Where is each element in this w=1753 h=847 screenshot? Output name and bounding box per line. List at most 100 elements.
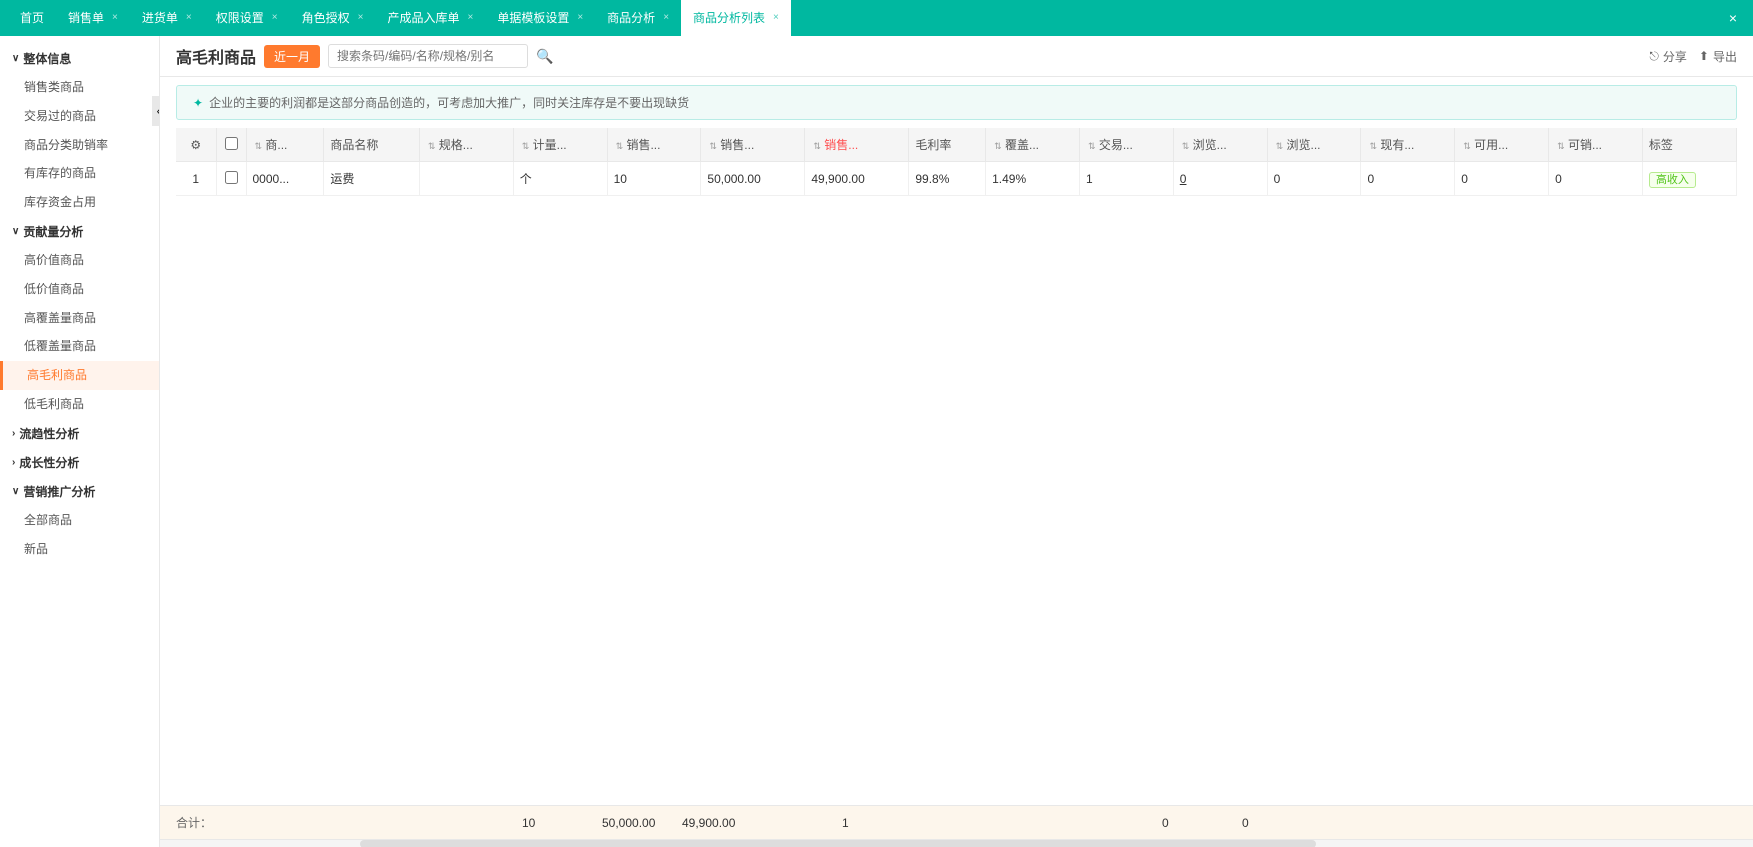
sidebar-item-stock-capital[interactable]: 库存资金占用 (0, 188, 159, 217)
row-tag: 高收入 (1642, 162, 1736, 196)
sort-icon: ⇅ (255, 141, 263, 151)
th-current-stock[interactable]: ⇅ 现有... (1361, 128, 1455, 162)
sort-icon: ⇅ (1463, 141, 1471, 151)
sort-icon: ⇅ (522, 141, 530, 151)
close-icon[interactable]: × (186, 0, 192, 36)
th-settings[interactable]: ⚙ (176, 128, 216, 162)
close-icon[interactable]: × (112, 0, 118, 36)
row-select-checkbox[interactable] (225, 171, 238, 184)
th-tag[interactable]: 标签 (1642, 128, 1736, 162)
sidebar-item-low-value[interactable]: 低价值商品 (0, 275, 159, 304)
sidebar-item-high-coverage[interactable]: 高覆盖量商品 (0, 304, 159, 333)
sidebar-collapse-button[interactable]: « (152, 96, 160, 126)
th-gross-margin[interactable]: 毛利率 (909, 128, 986, 162)
th-name[interactable]: 商品名称 (324, 128, 420, 162)
footer-sales-profit: 49,900.00 (676, 816, 756, 830)
chevron-down-icon: ∨ (12, 53, 19, 64)
close-icon[interactable]: × (773, 0, 779, 36)
search-input[interactable] (328, 44, 528, 68)
row-num: 1 (176, 162, 216, 196)
nav-item-sales[interactable]: 销售单 × (56, 0, 130, 36)
table-footer: 合计： 10 50,000.00 49,900.00 1 0 0 (160, 805, 1753, 839)
th-code[interactable]: ⇅ 商... (246, 128, 324, 162)
row-gross-margin: 99.8% (909, 162, 986, 196)
search-button[interactable]: 🔍 (536, 48, 553, 65)
close-icon[interactable]: × (663, 0, 669, 36)
th-views1[interactable]: ⇅ 浏览... (1173, 128, 1267, 162)
sort-icon: ⇅ (1088, 141, 1096, 151)
sidebar-item-new-goods[interactable]: 新品 (0, 535, 159, 564)
sidebar-item-sales-goods[interactable]: 销售类商品 (0, 73, 159, 102)
th-saleable-stock[interactable]: ⇅ 可销... (1549, 128, 1643, 162)
th-sales-count[interactable]: ⇅ 销售... (607, 128, 701, 162)
sidebar-item-low-coverage[interactable]: 低覆盖量商品 (0, 332, 159, 361)
nav-item-template[interactable]: 单据模板设置 × (485, 0, 595, 36)
th-spec[interactable]: ⇅ 规格... (419, 128, 513, 162)
sidebar-group-flow[interactable]: › 流趋性分析 (0, 419, 159, 448)
row-transaction: 1 (1079, 162, 1173, 196)
nav-item-home[interactable]: 首页 (8, 0, 56, 36)
chevron-right-icon: › (12, 428, 15, 439)
scrollbar-thumb[interactable] (360, 840, 1316, 847)
footer-transaction: 1 (836, 816, 916, 830)
th-available-stock[interactable]: ⇅ 可用... (1455, 128, 1549, 162)
footer-label: 合计： (176, 814, 256, 831)
th-transaction[interactable]: ⇅ 交易... (1079, 128, 1173, 162)
sort-icon: ⇅ (1557, 141, 1565, 151)
nav-item-product-analysis[interactable]: 商品分析 × (595, 0, 681, 36)
content-area: 高毛利商品 近一月 🔍 ⎋ 分享 ⬆ 导出 ✦ 企业的主要的利润都是这部分商品创… (160, 36, 1753, 847)
share-button[interactable]: ⎋ 分享 (1649, 48, 1687, 65)
horizontal-scrollbar[interactable] (160, 839, 1753, 847)
sidebar-group-contribution[interactable]: ∨ 贡献量分析 (0, 217, 159, 246)
row-sales-profit: 49,900.00 (805, 162, 909, 196)
sidebar-item-traded-goods[interactable]: 交易过的商品 (0, 102, 159, 131)
export-button[interactable]: ⬆ 导出 (1699, 48, 1737, 65)
content-header: 高毛利商品 近一月 🔍 ⎋ 分享 ⬆ 导出 (160, 36, 1753, 77)
row-views2: 0 (1267, 162, 1361, 196)
nav-item-product-warehouse[interactable]: 产成品入库单 × (375, 0, 485, 36)
sidebar-group-marketing[interactable]: ∨ 营销推广分析 (0, 477, 159, 506)
row-sales-count: 10 (607, 162, 701, 196)
th-sales-profit[interactable]: ⇅ 销售... (805, 128, 909, 162)
window-close-button[interactable]: × (1721, 10, 1745, 26)
row-views1[interactable]: 0 (1173, 162, 1267, 196)
sidebar-group-growth[interactable]: › 成长性分析 (0, 448, 159, 477)
row-saleable-stock: 0 (1549, 162, 1643, 196)
nav-item-purchase[interactable]: 进货单 × (130, 0, 204, 36)
export-icon: ⬆ (1699, 49, 1709, 63)
close-icon[interactable]: × (272, 0, 278, 36)
th-views2[interactable]: ⇅ 浏览... (1267, 128, 1361, 162)
sidebar-item-low-margin[interactable]: 低毛利商品 (0, 390, 159, 419)
close-icon[interactable]: × (467, 0, 473, 36)
sort-icon: ⇅ (994, 141, 1002, 151)
sidebar-item-high-margin[interactable]: 高毛利商品 (0, 361, 159, 390)
close-icon[interactable]: × (358, 0, 364, 36)
page-title: 高毛利商品 (176, 44, 256, 68)
sidebar-item-category-rate[interactable]: 商品分类助销率 (0, 131, 159, 160)
close-icon[interactable]: × (577, 0, 583, 36)
info-banner: ✦ 企业的主要的利润都是这部分商品创造的，可考虑加大推广，同时关注库存是不要出现… (176, 85, 1737, 120)
sidebar-item-in-stock[interactable]: 有库存的商品 (0, 159, 159, 188)
nav-item-role[interactable]: 角色授权 × (290, 0, 376, 36)
row-code: 0000... (246, 162, 324, 196)
sort-icon: ⇅ (813, 141, 821, 151)
sidebar-item-high-value[interactable]: 高价值商品 (0, 246, 159, 275)
nav-item-permission[interactable]: 权限设置 × (204, 0, 290, 36)
nav-item-product-analysis-list[interactable]: 商品分析列表 × (681, 0, 791, 36)
row-coverage: 1.49% (986, 162, 1080, 196)
th-sales-amount[interactable]: ⇅ 销售... (701, 128, 805, 162)
share-icon: ⎋ (1649, 49, 1659, 64)
chevron-down-icon: ∨ (12, 226, 19, 237)
row-checkbox[interactable] (216, 162, 246, 196)
sort-icon: ⇅ (709, 141, 717, 151)
sort-icon: ⇅ (1182, 141, 1190, 151)
th-checkbox[interactable] (216, 128, 246, 162)
th-unit[interactable]: ⇅ 计量... (513, 128, 607, 162)
th-coverage[interactable]: ⇅ 覆盖... (986, 128, 1080, 162)
top-navigation: 首页 销售单 × 进货单 × 权限设置 × 角色授权 × 产成品入库单 × 单据… (0, 0, 1753, 36)
sidebar-group-overall[interactable]: ∨ 整体信息 (0, 44, 159, 73)
sort-icon: ⇅ (1276, 141, 1284, 151)
filter-period-button[interactable]: 近一月 (264, 45, 320, 68)
select-all-checkbox[interactable] (225, 137, 238, 150)
sidebar-item-all-goods[interactable]: 全部商品 (0, 506, 159, 535)
